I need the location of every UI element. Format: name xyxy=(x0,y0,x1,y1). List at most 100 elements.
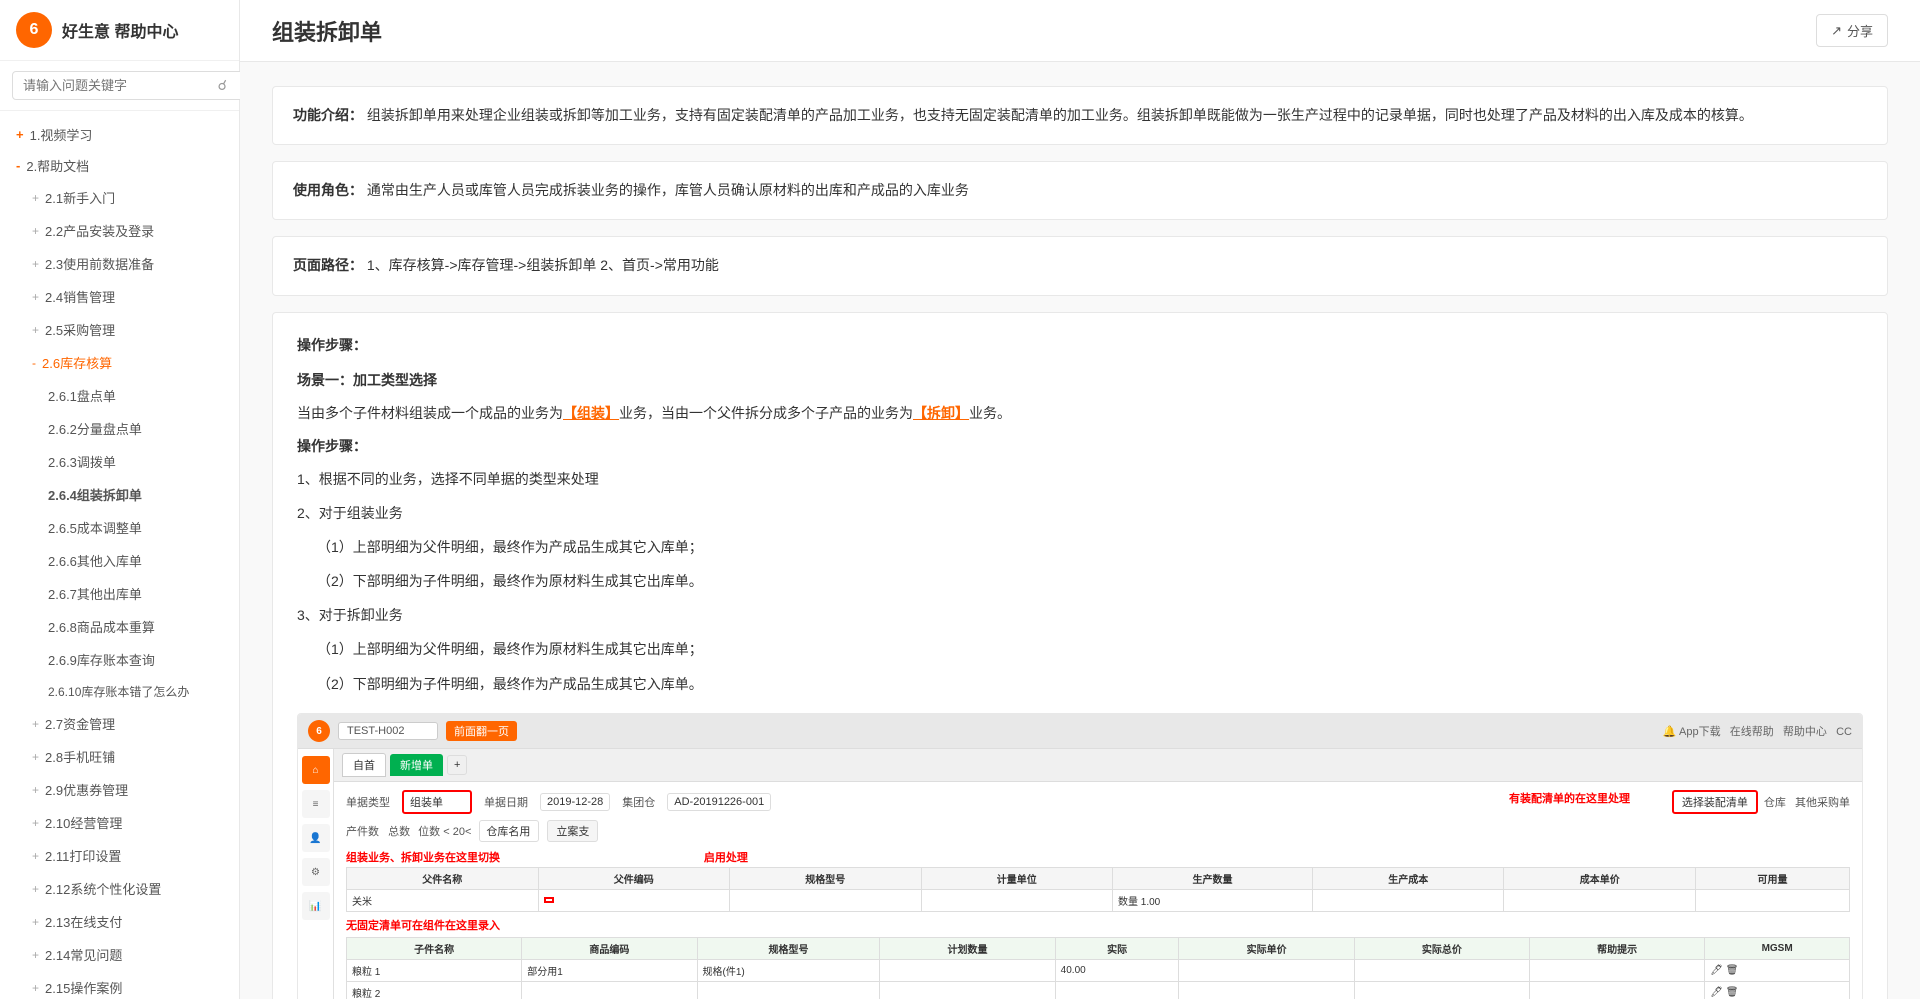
main-area: 组装拆卸单 ↗ 分享 功能介绍： 组装拆卸单用来处理企业组装或拆卸等加工业务，支… xyxy=(240,0,1920,999)
cell-unit xyxy=(921,890,1113,912)
cell-c-hint-2 xyxy=(1529,982,1704,999)
label-date: 单据日期 xyxy=(484,794,528,810)
sidebar-item-2-14[interactable]: + 2.14常见问题 xyxy=(0,938,239,971)
col-mgsm: MGSM xyxy=(1705,938,1850,960)
tab-add[interactable]: + xyxy=(447,755,467,775)
col-plan-qty: 计划数量 xyxy=(880,938,1055,960)
sidebar-item-2-6[interactable]: - 2.6库存核算 xyxy=(0,346,239,379)
label-count: 产件数 总数 xyxy=(346,823,410,839)
col-actual: 实际 xyxy=(1055,938,1179,960)
step2-1-text: （1）上部明细为父件明细，最终作为产成品生成其它入库单； xyxy=(297,534,1863,561)
btn-check[interactable]: 立案支 xyxy=(547,820,598,842)
sidebar-item-2-10[interactable]: + 2.10经营管理 xyxy=(0,806,239,839)
share-button[interactable]: ↗ 分享 xyxy=(1816,14,1888,47)
cell-c-actual-2 xyxy=(1055,982,1179,999)
sidebar-item-label: 1.视频学习 xyxy=(30,125,93,144)
lower-table-row-1: 粮粒 1 部分用1 规格(件1) 40.00 xyxy=(347,960,1850,982)
share-icon: ↗ xyxy=(1831,23,1842,39)
col-cost-price: 成本单价 xyxy=(1504,868,1696,890)
sidebar-item-2-6-9[interactable]: 2.6.9库存账本查询 xyxy=(0,643,239,676)
lower-table-container: 子件名称 商品编码 规格型号 计划数量 实际 实际单价 实际总价 帮助提示 xyxy=(346,937,1850,999)
sidebar-item-2-7[interactable]: + 2.7资金管理 xyxy=(0,707,239,740)
select-bom[interactable]: 选择装配清单 xyxy=(1672,790,1758,814)
cell-c-actual-1: 40.00 xyxy=(1055,960,1179,982)
label-extra: 仓库 其他采购单 xyxy=(1764,794,1850,810)
sidebar-item-2-6-3[interactable]: 2.6.3调拨单 xyxy=(0,445,239,478)
code-input-highlight[interactable] xyxy=(544,897,554,903)
app-logo: 6 xyxy=(308,720,330,742)
search-input[interactable] xyxy=(12,71,246,100)
sidebar-item-2-6-7[interactable]: 2.6.7其他出库单 xyxy=(0,577,239,610)
sidebar-item-video[interactable]: + 1.视频学习 xyxy=(0,119,239,150)
ops-steps-label: 操作步骤： xyxy=(297,438,367,454)
step2-2-text: （2）下部明细为子件明细，最终作为原材料生成其它出库单。 xyxy=(297,568,1863,595)
sidebar-item-2-1[interactable]: + 2.1新手入门 xyxy=(0,181,239,214)
main-header: 组装拆卸单 ↗ 分享 xyxy=(240,0,1920,62)
col-unit: 计量单位 xyxy=(921,868,1113,890)
input-type[interactable]: 组装单 xyxy=(402,790,472,814)
cell-c-spec-1: 规格(件1) xyxy=(697,960,880,982)
sidebar-item-2-6-6[interactable]: 2.6.6其他入库单 xyxy=(0,544,239,577)
sidebar-item-2-2[interactable]: + 2.2产品安装及登录 xyxy=(0,214,239,247)
input-warehouse[interactable]: 仓库名用 xyxy=(479,820,539,842)
app-nav-items: 🔔 App下载 在线帮助 帮助中心 CC xyxy=(1663,723,1852,739)
sidebar-item-2-4[interactable]: + 2.4销售管理 xyxy=(0,280,239,313)
nav-user-icon[interactable]: 👤 xyxy=(302,824,330,852)
col-prod-cost: 生产成本 xyxy=(1312,868,1504,890)
cell-c-code-1: 部分用1 xyxy=(522,960,697,982)
sidebar-item-help-docs[interactable]: - 2.帮助文档 xyxy=(0,150,239,181)
sidebar-item-2-6-8[interactable]: 2.6.8商品成本重算 xyxy=(0,610,239,643)
col-parent-name: 父件名称 xyxy=(347,868,539,890)
sidebar-item-2-6-10[interactable]: 2.6.10库存账本错了怎么办 xyxy=(0,676,239,707)
sidebar-item-2-5[interactable]: + 2.5采购管理 xyxy=(0,313,239,346)
nav-settings-icon[interactable]: ⚙ xyxy=(302,858,330,886)
upper-table-container: 父件名称 父件编码 规格型号 计量单位 生产数量 生产成本 成本单价 可用量 xyxy=(346,867,1850,912)
nav-chart-icon[interactable]: 📊 xyxy=(302,892,330,920)
sidebar-item-2-13[interactable]: + 2.13在线支付 xyxy=(0,905,239,938)
cell-spec xyxy=(730,890,922,912)
sidebar-item-2-9[interactable]: + 2.9优惠券管理 xyxy=(0,773,239,806)
cell-c-ap-2 xyxy=(1179,982,1354,999)
tab-bar: 自首 新增单 + xyxy=(334,749,1862,782)
annotation-area-2: 组装业务、拆卸业务在这里切换 启用处理 xyxy=(346,848,1850,865)
function-intro-label: 功能介绍： xyxy=(293,107,363,123)
step1-text: 1、根据不同的业务，选择不同单据的类型来处理 xyxy=(297,467,1863,492)
step3-text: 3、对于拆卸业务 xyxy=(297,603,1863,628)
logo-icon: 6 xyxy=(16,12,52,48)
url-bar: TEST-H002 xyxy=(338,722,438,740)
role-label: 使用角色： xyxy=(293,182,363,198)
form-area: 单据类型 组装单 单据日期 2019-12-28 集团仓 AD-20191226… xyxy=(334,782,1862,999)
term-disassembly: 【拆卸】 xyxy=(913,405,969,421)
cell-prod-cost xyxy=(1312,890,1504,912)
sidebar-item-2-12[interactable]: + 2.12系统个性化设置 xyxy=(0,872,239,905)
sidebar-item-label: 2.帮助文档 xyxy=(26,156,89,175)
sidebar-item-2-6-2[interactable]: 2.6.2分量盘点单 xyxy=(0,412,239,445)
sidebar-item-2-11[interactable]: + 2.11打印设置 xyxy=(0,839,239,872)
sidebar-item-2-3[interactable]: + 2.3使用前数据准备 xyxy=(0,247,239,280)
tab-home[interactable]: 自首 xyxy=(342,753,386,777)
sidebar-item-2-6-5[interactable]: 2.6.5成本调整单 xyxy=(0,511,239,544)
sidebar-item-2-8[interactable]: + 2.8手机旺铺 xyxy=(0,740,239,773)
input-date[interactable]: 2019-12-28 xyxy=(540,793,610,811)
col-hint: 帮助提示 xyxy=(1529,938,1704,960)
plus-icon: + xyxy=(16,127,24,142)
scenario1-desc: 当由多个子件材料组装成一个成品的业务为【组装】业务，当由一个父件拆分成多个子产品… xyxy=(297,401,1863,426)
col-actual-price: 实际单价 xyxy=(1179,938,1354,960)
steps-area: 操作步骤： 场景一：加工类型选择 当由多个子件材料组装成一个成品的业务为【组装】… xyxy=(272,312,1888,999)
nav-doc-icon[interactable]: ≡ xyxy=(302,790,330,818)
input-group[interactable]: AD-20191226-001 xyxy=(667,793,771,811)
tab-new[interactable]: 新增单 xyxy=(390,754,443,776)
nav-home-icon[interactable]: ⌂ xyxy=(302,756,330,784)
ops-label: 操作步骤： xyxy=(297,337,367,353)
form-row-2: 产件数 总数 位数 < 20< 仓库名用 立案支 xyxy=(346,820,1850,842)
role-text: 通常由生产人员或库管人员完成拆装业务的操作，库管人员确认原材料的出库和产成品的入… xyxy=(367,182,969,198)
sidebar-item-2-6-4[interactable]: 2.6.4组装拆卸单 xyxy=(0,478,239,511)
step3-1-text: （1）上部明细为父件明细，最终作为原材料生成其它出库单； xyxy=(297,636,1863,663)
search-icon[interactable]: ☌ xyxy=(218,77,227,94)
page-title: 组装拆卸单 xyxy=(272,15,382,47)
sidebar-item-2-6-1[interactable]: 2.6.1盘点单 xyxy=(0,379,239,412)
cell-code xyxy=(538,890,730,912)
cell-c-ap-1 xyxy=(1179,960,1354,982)
col-child-name: 子件名称 xyxy=(347,938,522,960)
sidebar-item-2-15[interactable]: + 2.15操作案例 xyxy=(0,971,239,999)
